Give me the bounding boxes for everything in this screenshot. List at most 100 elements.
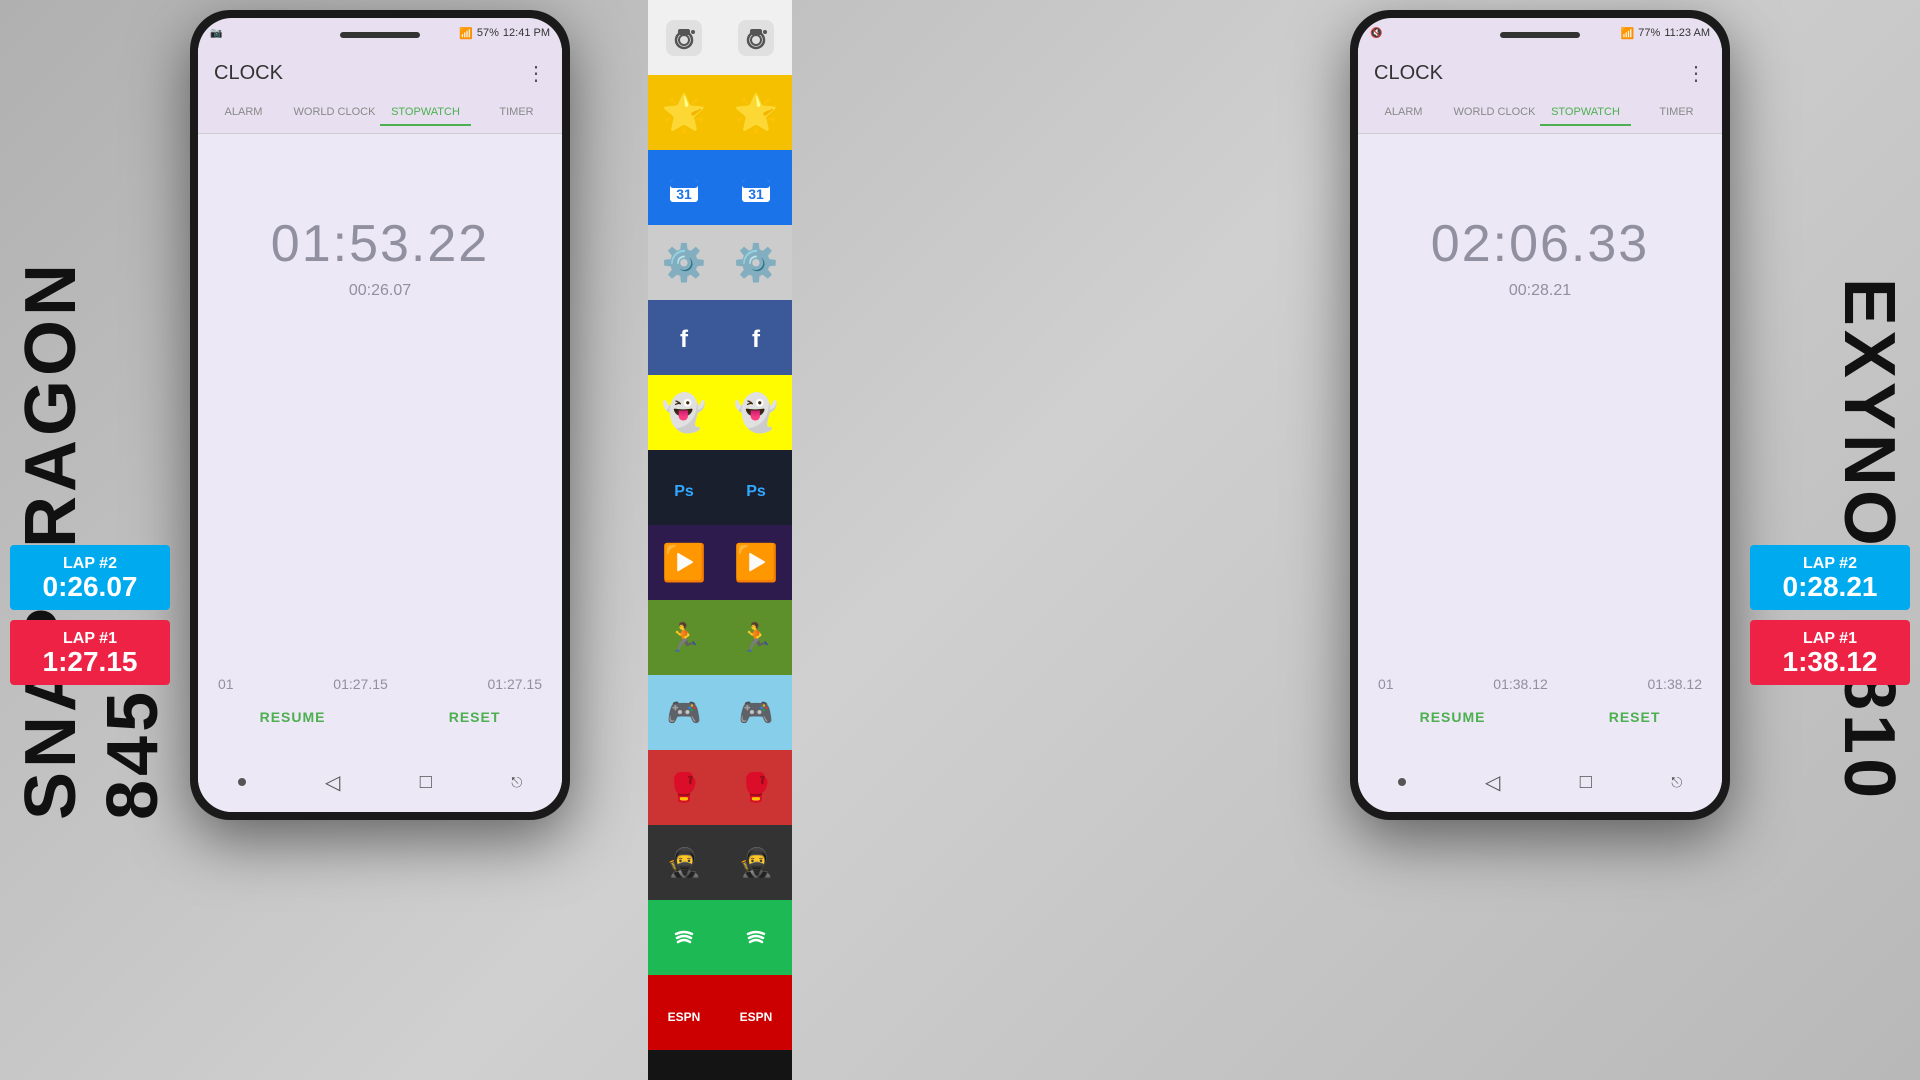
app-game3-right[interactable]: 🥷 [720, 825, 792, 900]
right-phone: 🔇 📶 77% 11:23 AM CLOCK ⋮ ALARM WORLD CLO… [1350, 10, 1730, 820]
svg-text:31: 31 [748, 186, 764, 202]
right-nav-home[interactable] [1398, 778, 1406, 786]
right-nav-recent[interactable]: ⎋ [1671, 774, 1682, 791]
app-subway-right[interactable]: 🏃 [720, 600, 792, 675]
app-row-game1: 🎮 🎮 [648, 675, 792, 750]
left-tab-alarm[interactable]: ALARM [198, 106, 289, 126]
app-game1-left[interactable]: 🎮 [648, 675, 720, 750]
app-row-subway: 🏃 🏃 [648, 600, 792, 675]
svg-text:ESPN: ESPN [668, 1010, 701, 1024]
right-stopwatch-content: 02:06.33 00:28.21 [1358, 134, 1722, 752]
app-row-settings: ⚙️ ⚙️ [648, 225, 792, 300]
svg-text:f: f [752, 326, 761, 353]
left-signal-icon: 📶 [459, 27, 473, 40]
svg-text:31: 31 [676, 186, 692, 202]
right-nav-square[interactable]: □ [1580, 771, 1592, 794]
app-netflix-left[interactable]: N [648, 1050, 720, 1080]
left-nav-square[interactable]: □ [420, 771, 432, 794]
app-music-right[interactable]: ▶️ [720, 525, 792, 600]
right-signal-icon: 📶 [1621, 27, 1635, 40]
app-facebook-left[interactable]: f [648, 300, 720, 375]
left-lap-time: 01:27.15 [333, 676, 388, 692]
left-lap2-value: 0:26.07 [43, 573, 138, 601]
app-game1-right[interactable]: 🎮 [720, 675, 792, 750]
app-plume-left[interactable]: 🌟 [648, 75, 720, 150]
app-row-music: ▶️ ▶️ [648, 525, 792, 600]
right-resume-button[interactable]: RESUME [1420, 709, 1486, 725]
app-subway-left[interactable]: 🏃 [648, 600, 720, 675]
left-app-title: CLOCK [214, 62, 526, 85]
app-row-plume: 🌟 🌟 [648, 75, 792, 150]
app-music-left[interactable]: ▶️ [648, 525, 720, 600]
left-tab-worldclock[interactable]: WORLD CLOCK [289, 106, 380, 126]
app-photoshop-left[interactable]: Ps [648, 450, 720, 525]
left-tab-timer[interactable]: TIMER [471, 106, 562, 126]
app-settings-right[interactable]: ⚙️ [720, 225, 792, 300]
left-action-buttons: RESUME RESET [198, 692, 562, 742]
app-row-snapchat: 👻 👻 [648, 375, 792, 450]
left-nav-back[interactable]: ◁ [325, 770, 340, 795]
app-game3-left[interactable]: 🥷 [648, 825, 720, 900]
right-status-left: 🔇 [1370, 28, 1382, 39]
left-lap-num: 01 [218, 676, 234, 692]
app-row-calendar: 31 31 [648, 150, 792, 225]
app-settings-left[interactable]: ⚙️ [648, 225, 720, 300]
app-snapchat-right[interactable]: 👻 [720, 375, 792, 450]
right-tab-timer[interactable]: TIMER [1631, 106, 1722, 126]
right-app-header: CLOCK ⋮ [1358, 48, 1722, 98]
app-spotify-left[interactable] [648, 900, 720, 975]
right-battery: 77% [1638, 27, 1660, 39]
app-netflix-right[interactable]: N [720, 1050, 792, 1080]
left-lap2-card: LAP #2 0:26.07 [10, 545, 170, 610]
app-game2-right[interactable]: 🥊 [720, 750, 792, 825]
svg-text:Ps: Ps [746, 483, 766, 500]
left-phone-screen: 📷 📶 57% 12:41 PM CLOCK ⋮ ALARM WORLD CLO… [198, 18, 562, 812]
app-espn-right[interactable]: ESPN [720, 975, 792, 1050]
left-resume-button[interactable]: RESUME [260, 709, 326, 725]
right-time: 11:23 AM [1664, 27, 1710, 39]
left-reset-button[interactable]: RESET [449, 709, 501, 725]
app-row-netflix: N N [648, 1050, 792, 1080]
right-tab-worldclock[interactable]: WORLD CLOCK [1449, 106, 1540, 126]
right-lap-row: 01 01:38.12 01:38.12 [1358, 676, 1722, 692]
right-more-icon[interactable]: ⋮ [1686, 61, 1706, 86]
right-lap1-value: 1:38.12 [1783, 648, 1878, 676]
left-status-left: 📷 [210, 28, 222, 39]
app-camera-right[interactable] [720, 0, 792, 75]
left-nav-recent[interactable]: ⎋ [511, 774, 522, 791]
left-tabs: ALARM WORLD CLOCK STOPWATCH TIMER [198, 98, 562, 134]
left-app-header: CLOCK ⋮ [198, 48, 562, 98]
right-action-buttons: RESUME RESET [1358, 692, 1722, 742]
app-row-photoshop: Ps Ps [648, 450, 792, 525]
app-game2-left[interactable]: 🥊 [648, 750, 720, 825]
app-facebook-right[interactable]: f [720, 300, 792, 375]
left-time: 12:41 PM [503, 27, 550, 39]
right-tab-stopwatch[interactable]: STOPWATCH [1540, 106, 1631, 126]
left-main-time: 01:53.22 [271, 214, 489, 274]
right-label: EXYNOS 9810 [1828, 278, 1910, 802]
right-lap2-label: LAP #2 [1803, 555, 1857, 573]
right-lap-total: 01:38.12 [1647, 676, 1702, 692]
app-calendar-left[interactable]: 31 [648, 150, 720, 225]
app-spotify-right[interactable] [720, 900, 792, 975]
left-tab-stopwatch[interactable]: STOPWATCH [380, 106, 471, 126]
app-snapchat-left[interactable]: 👻 [648, 375, 720, 450]
left-more-icon[interactable]: ⋮ [526, 61, 546, 86]
app-row-spotify [648, 900, 792, 975]
app-photoshop-right[interactable]: Ps [720, 450, 792, 525]
app-espn-left[interactable]: ESPN [648, 975, 720, 1050]
right-tab-alarm[interactable]: ALARM [1358, 106, 1449, 126]
left-nav-bar: ◁ □ ⎋ [198, 752, 562, 812]
right-nav-back[interactable]: ◁ [1485, 770, 1500, 795]
app-camera-left[interactable] [648, 0, 720, 75]
app-plume-right[interactable]: 🌟 [720, 75, 792, 150]
right-reset-button[interactable]: RESET [1609, 709, 1661, 725]
left-lap2-label: LAP #2 [63, 555, 117, 573]
app-calendar-right[interactable]: 31 [720, 150, 792, 225]
left-nav-home[interactable] [238, 778, 246, 786]
right-lap-time: 01:38.12 [1493, 676, 1548, 692]
right-tabs: ALARM WORLD CLOCK STOPWATCH TIMER [1358, 98, 1722, 134]
right-lap1-label: LAP #1 [1803, 630, 1857, 648]
left-battery: 57% [477, 27, 499, 39]
left-sub-time: 00:26.07 [349, 282, 411, 300]
